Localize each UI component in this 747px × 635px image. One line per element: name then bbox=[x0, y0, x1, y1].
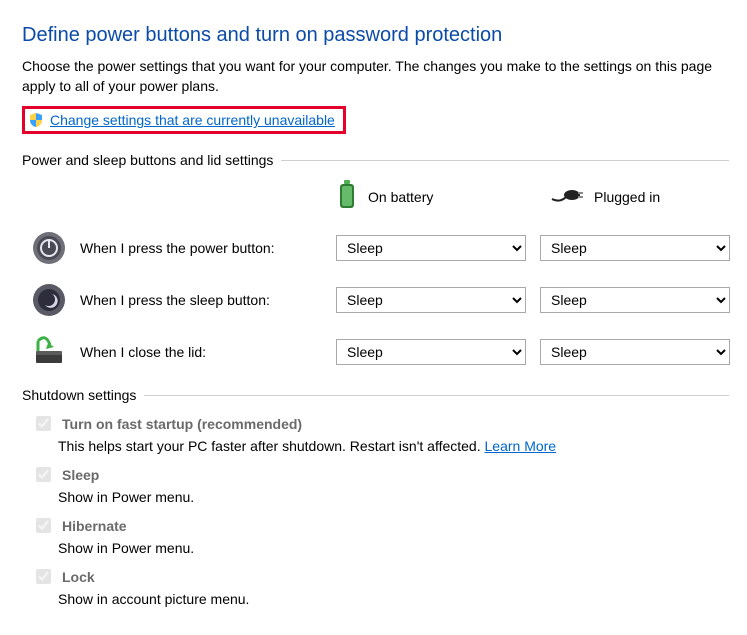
column-plugged: Plugged in bbox=[550, 185, 747, 208]
lid-battery-select[interactable]: Sleep bbox=[336, 339, 526, 365]
lid-icon bbox=[32, 335, 66, 369]
hibernate-title: Hibernate bbox=[62, 518, 127, 534]
section-header-power: Power and sleep buttons and lid settings bbox=[22, 152, 273, 168]
lock-item: Lock Show in account picture menu. bbox=[32, 566, 729, 607]
sleep-button-plugged-select[interactable]: Sleep bbox=[540, 287, 730, 313]
hibernate-item: Hibernate Show in Power menu. bbox=[32, 515, 729, 556]
shutdown-section: Shutdown settings Turn on fast startup (… bbox=[22, 387, 729, 607]
power-button-icon bbox=[32, 231, 66, 265]
hibernate-desc: Show in Power menu. bbox=[58, 540, 729, 556]
sleep-item: Sleep Show in Power menu. bbox=[32, 464, 729, 505]
row-sleep-button: When I press the sleep button: Sleep Sle… bbox=[22, 283, 729, 317]
lock-checkbox bbox=[36, 569, 51, 584]
sleep-button-battery-select[interactable]: Sleep bbox=[336, 287, 526, 313]
lock-desc: Show in account picture menu. bbox=[58, 591, 729, 607]
divider bbox=[144, 395, 729, 396]
fast-startup-title: Turn on fast startup (recommended) bbox=[62, 416, 302, 432]
column-battery: On battery bbox=[336, 180, 536, 213]
power-button-plugged-select[interactable]: Sleep bbox=[540, 235, 730, 261]
column-plugged-label: Plugged in bbox=[594, 189, 660, 205]
change-settings-highlight: Change settings that are currently unava… bbox=[22, 106, 346, 134]
fast-startup-desc: This helps start your PC faster after sh… bbox=[58, 438, 485, 454]
sleep-desc: Show in Power menu. bbox=[58, 489, 729, 505]
row-label: When I press the sleep button: bbox=[80, 292, 270, 308]
sleep-checkbox bbox=[36, 467, 51, 482]
hibernate-checkbox bbox=[36, 518, 51, 533]
row-power-button: When I press the power button: Sleep Sle… bbox=[22, 231, 729, 265]
battery-icon bbox=[336, 180, 358, 213]
sleep-title: Sleep bbox=[62, 467, 99, 483]
section-header-shutdown: Shutdown settings bbox=[22, 387, 136, 403]
page-description: Choose the power settings that you want … bbox=[22, 57, 729, 96]
fast-startup-checkbox bbox=[36, 416, 51, 431]
lock-title: Lock bbox=[62, 569, 95, 585]
lid-plugged-select[interactable]: Sleep bbox=[540, 339, 730, 365]
row-label: When I close the lid: bbox=[80, 344, 206, 360]
learn-more-link[interactable]: Learn More bbox=[485, 438, 557, 454]
row-close-lid: When I close the lid: Sleep Sleep bbox=[22, 335, 729, 369]
plug-icon bbox=[550, 185, 584, 208]
power-sleep-section: Power and sleep buttons and lid settings… bbox=[22, 152, 729, 369]
row-label: When I press the power button: bbox=[80, 240, 275, 256]
column-battery-label: On battery bbox=[368, 189, 433, 205]
shield-icon bbox=[28, 112, 44, 128]
change-settings-link[interactable]: Change settings that are currently unava… bbox=[50, 112, 335, 128]
sleep-button-icon bbox=[32, 283, 66, 317]
power-button-battery-select[interactable]: Sleep bbox=[336, 235, 526, 261]
divider bbox=[281, 160, 729, 161]
fast-startup-item: Turn on fast startup (recommended) This … bbox=[32, 413, 729, 454]
page-title: Define power buttons and turn on passwor… bbox=[22, 24, 729, 47]
